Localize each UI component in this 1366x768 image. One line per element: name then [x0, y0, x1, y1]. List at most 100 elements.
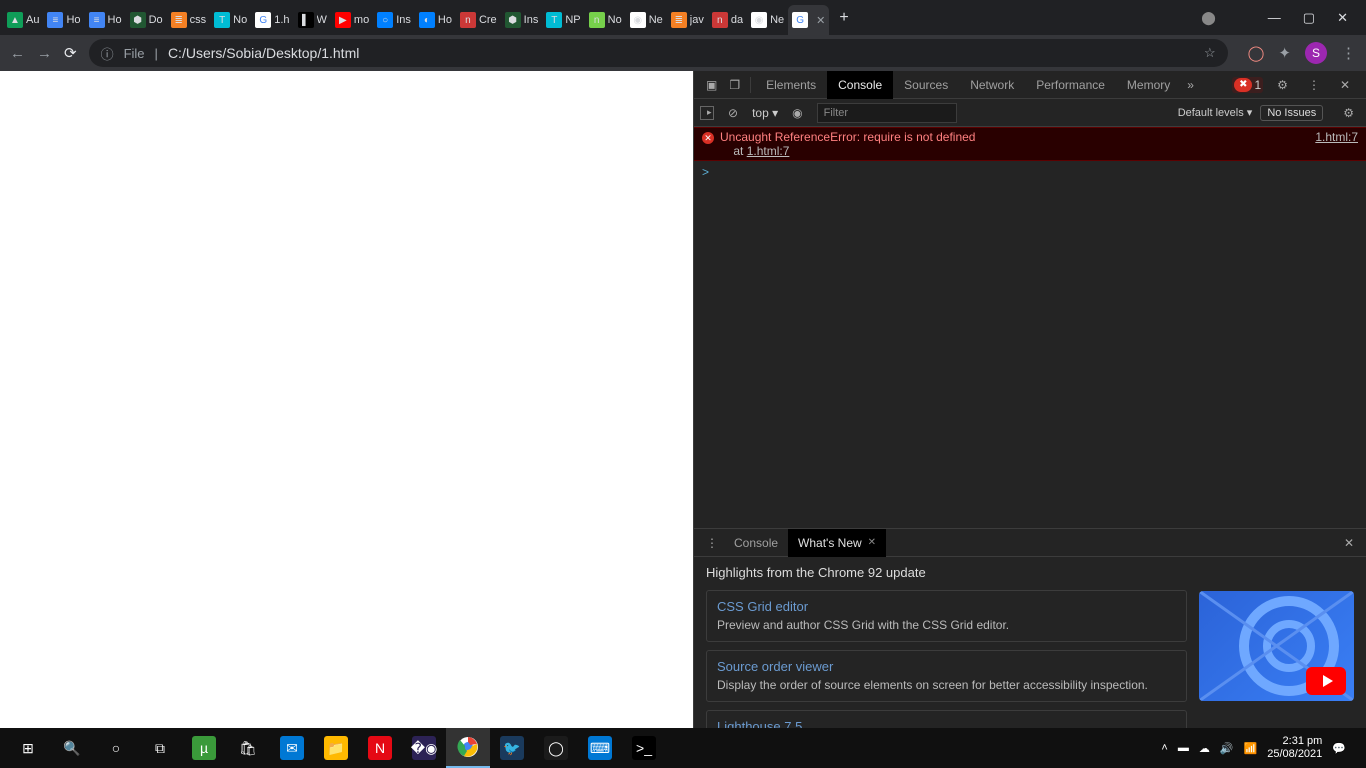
devtools-tab-network[interactable]: Network	[959, 71, 1025, 99]
browser-tab[interactable]: TNo	[210, 5, 251, 35]
taskbar-app[interactable]: µ	[182, 728, 226, 768]
taskbar-app[interactable]: ⌨	[578, 728, 622, 768]
browser-tab[interactable]: ◉Ne	[626, 5, 667, 35]
browser-tab[interactable]: nCre	[456, 5, 501, 35]
live-expression-icon[interactable]: ◉	[786, 106, 808, 120]
close-tab-icon[interactable]: ✕	[868, 537, 876, 548]
console-settings-icon[interactable]: ⚙	[1337, 106, 1360, 120]
app-icon: ⌨	[588, 736, 612, 760]
taskbar-app[interactable]: 🐦	[490, 728, 534, 768]
console-sidebar-toggle-icon[interactable]: ▸	[700, 106, 714, 120]
profile-avatar[interactable]: S	[1305, 42, 1327, 64]
drawer-tab-whatsnew[interactable]: What's New ✕	[788, 529, 886, 557]
browser-tab[interactable]: ⬢Do	[126, 5, 167, 35]
page-viewport[interactable]	[0, 71, 693, 728]
browser-tab[interactable]: ≡Ho	[43, 5, 84, 35]
devtools-menu-icon[interactable]: ⋮	[1302, 78, 1326, 92]
wifi-icon[interactable]: 📶	[1244, 742, 1258, 755]
console-output[interactable]: ✕ Uncaught ReferenceError: require is no…	[694, 127, 1366, 528]
devtools-tab-performance[interactable]: Performance	[1025, 71, 1116, 99]
taskbar-app[interactable]: �◉	[402, 728, 446, 768]
drawer-close-icon[interactable]: ✕	[1338, 536, 1360, 550]
taskbar-app[interactable]: N	[358, 728, 402, 768]
browser-tab[interactable]: ≡Ho	[85, 5, 126, 35]
close-tab-icon[interactable]: ✕	[816, 14, 825, 27]
site-info-icon[interactable]: ⓘ	[101, 44, 114, 63]
clear-console-icon[interactable]: ⊘	[722, 106, 744, 120]
browser-tab[interactable]: nda	[708, 5, 747, 35]
browser-tab[interactable]: ◉Ne	[747, 5, 788, 35]
taskbar-app[interactable]: ◯	[534, 728, 578, 768]
battery-icon[interactable]: ▬	[1178, 742, 1189, 754]
favicon-icon: G	[792, 12, 808, 28]
onedrive-icon[interactable]: ☁	[1199, 742, 1210, 755]
devtools-tab-memory[interactable]: Memory	[1116, 71, 1181, 99]
browser-tab[interactable]: TNP	[542, 5, 584, 35]
issues-badge[interactable]: No Issues	[1260, 105, 1323, 121]
back-button[interactable]: ←	[10, 45, 25, 62]
devtools-close-icon[interactable]: ✕	[1334, 78, 1356, 92]
taskbar-app[interactable]: 📁	[314, 728, 358, 768]
drawer-menu-icon[interactable]: ⋮	[700, 536, 724, 550]
browser-tab[interactable]: ▲Au	[3, 5, 43, 35]
taskbar-app[interactable]: ⧉	[138, 728, 182, 768]
new-tab-button[interactable]: +	[829, 9, 858, 27]
browser-tab[interactable]: ▶mo	[331, 5, 373, 35]
whatsnew-card[interactable]: Source order viewerDisplay the order of …	[706, 650, 1187, 702]
forward-button[interactable]: →	[37, 45, 52, 62]
browser-tab[interactable]: ▌W	[294, 5, 331, 35]
devtools-tab-elements[interactable]: Elements	[755, 71, 827, 99]
extensions-icon[interactable]: ✦	[1278, 44, 1291, 62]
browser-tab[interactable]: ○Ins	[373, 5, 415, 35]
volume-icon[interactable]: 🔊	[1220, 742, 1234, 755]
devtools-drawer: ⋮ Console What's New ✕ ✕ Highlights from…	[694, 528, 1366, 728]
taskbar-app[interactable]: >_	[622, 728, 666, 768]
log-levels-dropdown[interactable]: Default levels ▾	[1178, 106, 1253, 119]
console-filter-input[interactable]: Filter	[817, 103, 957, 123]
taskbar-app[interactable]: ⊞	[6, 728, 50, 768]
taskbar-app[interactable]: 🔍	[50, 728, 94, 768]
device-toolbar-icon[interactable]: ❐	[723, 78, 746, 92]
browser-menu-icon[interactable]: ⋮	[1341, 44, 1356, 62]
browser-tab[interactable]: ⬢Ins	[501, 5, 543, 35]
browser-tab[interactable]: ≣css	[167, 5, 211, 35]
account-icon[interactable]: ⬤	[1201, 10, 1216, 26]
devtools-tab-console[interactable]: Console	[827, 71, 893, 99]
clock[interactable]: 2:31 pm25/08/2021	[1267, 735, 1322, 761]
browser-tab[interactable]: ≣jav	[667, 5, 708, 35]
extension-icon-1[interactable]: ◯	[1248, 44, 1265, 62]
taskbar-app[interactable]	[446, 728, 490, 768]
more-panels-icon[interactable]: »	[1181, 78, 1200, 92]
taskbar-app[interactable]: 🛍	[226, 728, 270, 768]
taskbar-app[interactable]: ○	[94, 728, 138, 768]
inspect-element-icon[interactable]: ▣	[700, 78, 723, 92]
bookmark-star-icon[interactable]: ☆	[1204, 45, 1216, 61]
whatsnew-card[interactable]: Lighthouse 7.5	[706, 710, 1187, 728]
console-toolbar: ▸ ⊘ top ▾ ◉ Filter Default levels ▾ No I…	[694, 99, 1366, 127]
error-source-link[interactable]: 1.html:7	[1305, 130, 1358, 144]
error-count-badge[interactable]: ✖1	[1232, 77, 1263, 93]
devtools-panel: ▣ ❐ ElementsConsoleSourcesNetworkPerform…	[693, 71, 1366, 728]
whatsnew-video-thumb[interactable]	[1199, 591, 1354, 701]
tab-label: Ne	[770, 14, 784, 26]
devtools-tab-sources[interactable]: Sources	[893, 71, 959, 99]
console-error-row[interactable]: ✕ Uncaught ReferenceError: require is no…	[694, 127, 1366, 161]
minimize-button[interactable]: —	[1268, 10, 1281, 25]
browser-tab[interactable]: ◐Ho	[415, 5, 456, 35]
close-window-button[interactable]: ✕	[1337, 10, 1348, 26]
notifications-icon[interactable]: 💬	[1332, 742, 1346, 755]
console-prompt[interactable]: >	[694, 161, 1366, 183]
address-bar[interactable]: ⓘ File | C:/Users/Sobia/Desktop/1.html ☆	[89, 39, 1228, 67]
browser-tab[interactable]: G1.h	[251, 5, 293, 35]
maximize-button[interactable]: ▢	[1303, 10, 1315, 26]
context-selector[interactable]: top ▾	[752, 106, 778, 120]
browser-tab[interactable]: G✕	[788, 5, 829, 35]
taskbar-app[interactable]: ✉	[270, 728, 314, 768]
reload-button[interactable]: ⟳	[64, 44, 77, 62]
stack-link[interactable]: 1.html:7	[747, 144, 790, 158]
browser-tab[interactable]: nNo	[585, 5, 626, 35]
drawer-tab-console[interactable]: Console	[724, 529, 788, 557]
tray-up-icon[interactable]: ˄	[1161, 742, 1167, 754]
devtools-settings-icon[interactable]: ⚙	[1271, 78, 1294, 92]
whatsnew-card[interactable]: CSS Grid editorPreview and author CSS Gr…	[706, 590, 1187, 642]
